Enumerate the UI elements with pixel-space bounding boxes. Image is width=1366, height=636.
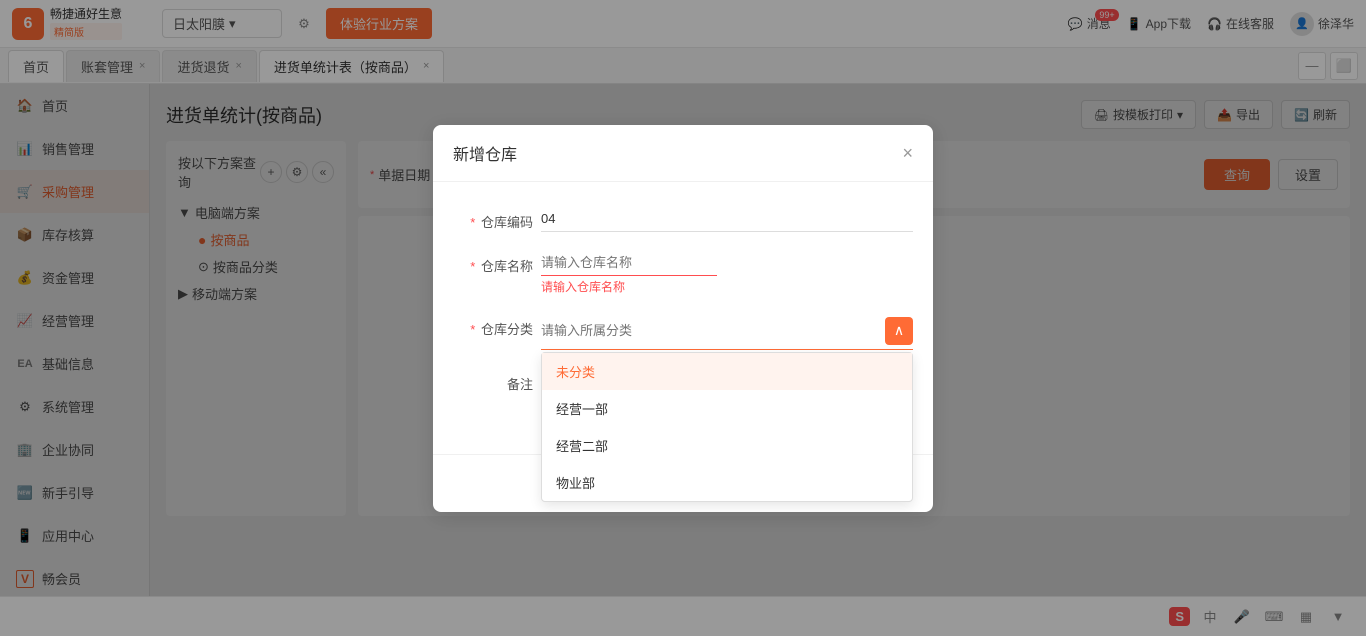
modal-title: 新增仓库 <box>453 141 517 165</box>
form-row-name: * 仓库名称 请输入仓库名称 <box>453 250 913 295</box>
dropdown-item-uncategorized[interactable]: 未分类 <box>542 353 912 390</box>
code-label: * 仓库编码 <box>453 206 533 231</box>
form-row-category: * 仓库分类 ∧ 未分类 经营一部 经营二部 物业部 <box>453 313 913 350</box>
category-label: * 仓库分类 <box>453 313 533 338</box>
category-select-wrap: ∧ 未分类 经营一部 经营二部 物业部 <box>541 313 913 350</box>
modal-new-warehouse: 新增仓库 × * 仓库编码 * 仓库名称 <box>433 125 933 512</box>
category-input[interactable] <box>541 323 885 338</box>
modal-body: * 仓库编码 * 仓库名称 请输入仓库名称 <box>433 182 933 454</box>
code-input[interactable] <box>541 206 913 232</box>
category-required-mark: * <box>470 322 475 337</box>
modal-header: 新增仓库 × <box>433 125 933 182</box>
name-required-mark: * <box>470 259 475 274</box>
dropdown-item-dept3[interactable]: 物业部 <box>542 464 912 501</box>
name-input[interactable] <box>541 250 717 276</box>
dropdown-item-dept2[interactable]: 经营二部 <box>542 427 912 464</box>
category-dropdown: 未分类 经营一部 经营二部 物业部 <box>541 352 913 502</box>
dropdown-item-dept1[interactable]: 经营一部 <box>542 390 912 427</box>
form-row-code: * 仓库编码 <box>453 206 913 232</box>
modal-overlay[interactable]: 新增仓库 × * 仓库编码 * 仓库名称 <box>0 0 1366 636</box>
name-error-message: 请输入仓库名称 <box>541 278 717 295</box>
code-required-mark: * <box>470 215 475 230</box>
modal-close-button[interactable]: × <box>902 144 913 162</box>
name-label: * 仓库名称 <box>453 250 533 275</box>
category-input-row: ∧ <box>541 313 913 350</box>
category-toggle-button[interactable]: ∧ <box>885 317 913 345</box>
note-label: 备注 <box>453 368 533 393</box>
